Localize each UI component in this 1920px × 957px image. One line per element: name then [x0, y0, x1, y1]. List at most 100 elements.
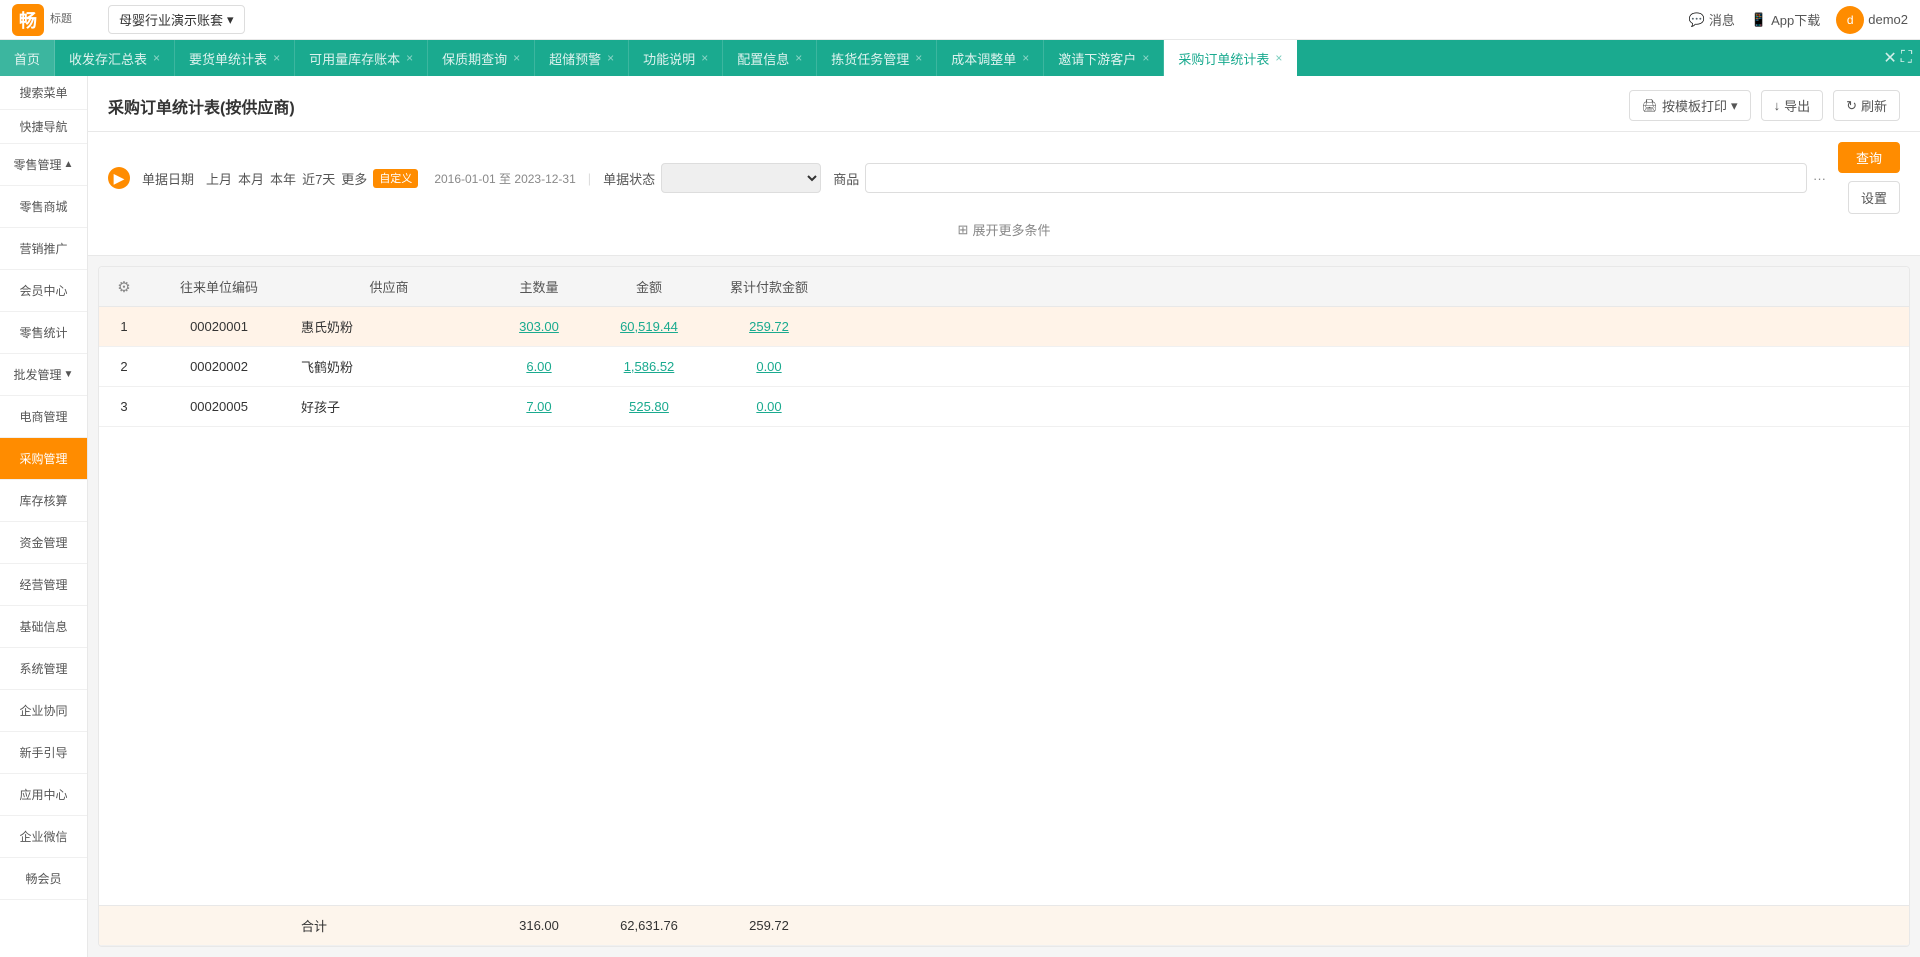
avatar: d	[1836, 6, 1864, 34]
row-amount[interactable]: 60,519.44	[589, 307, 709, 347]
sidebar-item-inventory[interactable]: 库存核算	[0, 480, 87, 522]
sidebar-item-finance[interactable]: 资金管理	[0, 522, 87, 564]
status-select[interactable]: 待审核 已审核	[661, 163, 821, 193]
sidebar-item-operation[interactable]: 经营管理	[0, 564, 87, 606]
tab-config-close[interactable]: ×	[795, 51, 802, 65]
sidebar-item-ecommerce[interactable]: 电商管理	[0, 396, 87, 438]
tab-goods-stats-close[interactable]: ×	[273, 51, 280, 65]
sidebar-item-wechat[interactable]: 企业微信	[0, 816, 87, 858]
tab-expiry-close[interactable]: ×	[513, 51, 520, 65]
store-selector[interactable]: 母婴行业演示账套 ▾	[108, 5, 245, 34]
filter-toggle-button[interactable]: ▶	[108, 167, 130, 189]
shortcut-this-month[interactable]: 本月	[238, 169, 264, 188]
tab-function-desc[interactable]: 功能说明 ×	[629, 40, 723, 76]
more-icon[interactable]: ···	[1813, 171, 1826, 186]
sidebar-item-retail-shop[interactable]: 零售商城	[0, 186, 87, 228]
message-icon: 💬	[1689, 12, 1705, 28]
expand-more-button[interactable]: ⊞ 展开更多条件	[108, 214, 1900, 245]
tab-cost-adjust-close[interactable]: ×	[1022, 51, 1029, 65]
col-header-code: 往来单位编码	[149, 267, 289, 307]
row-amount[interactable]: 525.80	[589, 387, 709, 427]
sidebar-item-enterprise[interactable]: 企业协同	[0, 690, 87, 732]
sidebar-item-member[interactable]: 会员中心	[0, 270, 87, 312]
status-label: 单据状态	[603, 169, 655, 188]
date-shortcuts: 上月 本月 本年 近7天 更多 自定义	[206, 169, 418, 188]
tab-purchase-stats[interactable]: 采购订单统计表 ×	[1164, 40, 1297, 76]
sidebar-item-basic[interactable]: 基础信息	[0, 606, 87, 648]
row-code: 00020005	[149, 387, 289, 427]
goods-filter: 商品 ···	[833, 163, 1826, 193]
sidebar-item-retail-stats[interactable]: 零售统计	[0, 312, 87, 354]
shortcut-7days[interactable]: 近7天	[302, 169, 335, 188]
sidebar-item-member2[interactable]: 畅会员	[0, 858, 87, 900]
status-filter: 单据状态 待审核 已审核	[603, 163, 821, 193]
shortcut-more[interactable]: 更多	[341, 169, 367, 188]
tab-cost-adjust[interactable]: 成本调整单 ×	[937, 40, 1044, 76]
export-button[interactable]: ↓ 导出	[1761, 90, 1824, 121]
tab-expiry[interactable]: 保质期查询 ×	[428, 40, 535, 76]
table-row[interactable]: 2 00020002 飞鹤奶粉 6.00 1,586.52 0.00	[99, 347, 1909, 387]
sidebar-item-search[interactable]: 搜索菜单	[0, 76, 87, 110]
query-button[interactable]: 查询	[1838, 142, 1900, 173]
col-header-supplier: 供应商	[289, 267, 489, 307]
tab-goods-stats[interactable]: 要货单统计表 ×	[175, 40, 295, 76]
sidebar-item-wholesale[interactable]: 批发管理 ▼	[0, 354, 87, 396]
content-area: 采购订单统计表(按供应商) 🖨 按模板打印 ▾ ↓ 导出 ↻ 刷新	[88, 76, 1920, 957]
tab-task[interactable]: 拣货任务管理 ×	[817, 40, 937, 76]
tab-maximize-button[interactable]: ⛶	[1901, 49, 1912, 67]
tab-available-stock-close[interactable]: ×	[406, 51, 413, 65]
print-button[interactable]: 🖨 按模板打印 ▾	[1629, 90, 1751, 121]
tab-invite-close[interactable]: ×	[1142, 51, 1149, 65]
tab-task-close[interactable]: ×	[915, 51, 922, 65]
row-paid[interactable]: 0.00	[709, 347, 829, 387]
tab-config[interactable]: 配置信息 ×	[723, 40, 817, 76]
footer-label: 合计	[289, 906, 489, 946]
sidebar-item-quick-nav[interactable]: 快捷导航	[0, 110, 87, 144]
row-paid[interactable]: 259.72	[709, 307, 829, 347]
page-header: 采购订单统计表(按供应商) 🖨 按模板打印 ▾ ↓ 导出 ↻ 刷新	[88, 76, 1920, 132]
table-row[interactable]: 3 00020005 好孩子 7.00 525.80 0.00	[99, 387, 1909, 427]
row-paid[interactable]: 0.00	[709, 387, 829, 427]
row-qty[interactable]: 6.00	[489, 347, 589, 387]
col-header-rest	[829, 267, 1909, 307]
tab-close-all-button[interactable]: ✕	[1883, 48, 1896, 68]
message-button[interactable]: 💬 消息	[1689, 10, 1735, 29]
row-supplier: 惠氏奶粉	[289, 307, 489, 347]
table-row[interactable]: 1 00020001 惠氏奶粉 303.00 60,519.44 259.72	[99, 307, 1909, 347]
shortcut-this-year[interactable]: 本年	[270, 169, 296, 188]
goods-input[interactable]	[865, 163, 1807, 193]
col-header-settings: ⚙	[99, 267, 149, 307]
user-profile[interactable]: d demo2	[1836, 6, 1908, 34]
sidebar-item-retail[interactable]: 零售管理 ▲	[0, 144, 87, 186]
sidebar-item-system[interactable]: 系统管理	[0, 648, 87, 690]
tab-home[interactable]: 首页	[0, 40, 55, 76]
tab-available-stock[interactable]: 可用量库存账本 ×	[295, 40, 428, 76]
tab-overstock-close[interactable]: ×	[607, 51, 614, 65]
tab-purchase-stats-close[interactable]: ×	[1275, 51, 1282, 65]
filter-area: ▶ 单据日期 上月 本月 本年 近7天 更多 自定义 2016-01-01 至 …	[88, 132, 1920, 256]
sidebar-item-marketing[interactable]: 营销推广	[0, 228, 87, 270]
tab-collect-close[interactable]: ×	[153, 51, 160, 65]
tab-overstock[interactable]: 超储预警 ×	[535, 40, 629, 76]
refresh-button[interactable]: ↻ 刷新	[1833, 90, 1900, 121]
row-amount[interactable]: 1,586.52	[589, 347, 709, 387]
table-area: ⚙ 往来单位编码 供应商 主数量 金额 累计付款金额 1 00020001	[98, 266, 1910, 947]
tab-function-desc-close[interactable]: ×	[701, 51, 708, 65]
row-num: 2	[99, 347, 149, 387]
tab-invite[interactable]: 邀请下游客户 ×	[1044, 40, 1164, 76]
shortcut-last-month[interactable]: 上月	[206, 169, 232, 188]
tab-collect[interactable]: 收发存汇总表 ×	[55, 40, 175, 76]
settings-button[interactable]: 设置	[1848, 181, 1900, 214]
row-qty[interactable]: 303.00	[489, 307, 589, 347]
app-download-button[interactable]: 📱 App下载	[1751, 10, 1820, 29]
nav-tabs: 首页 收发存汇总表 × 要货单统计表 × 可用量库存账本 × 保质期查询 × 超…	[0, 40, 1920, 76]
column-settings-icon[interactable]: ⚙	[117, 279, 130, 296]
row-num: 1	[99, 307, 149, 347]
sidebar-item-newbie[interactable]: 新手引导	[0, 732, 87, 774]
footer-amount: 62,631.76	[589, 906, 709, 946]
date-custom-badge[interactable]: 自定义	[373, 169, 418, 188]
logo-text: 标题	[50, 12, 72, 26]
sidebar-item-app-center[interactable]: 应用中心	[0, 774, 87, 816]
sidebar-item-purchase[interactable]: 采购管理	[0, 438, 87, 480]
row-qty[interactable]: 7.00	[489, 387, 589, 427]
